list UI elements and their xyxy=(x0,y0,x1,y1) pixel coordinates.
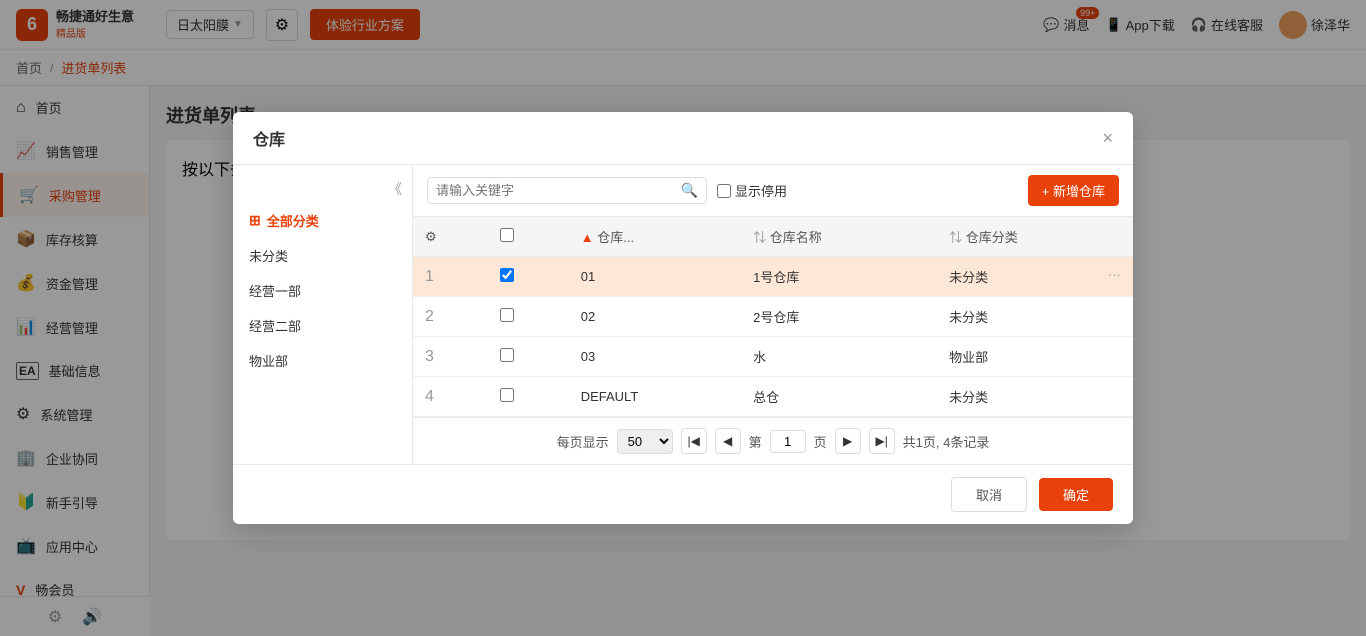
first-page-button[interactable]: |◀ xyxy=(681,428,707,454)
last-page-button[interactable]: ▶| xyxy=(869,428,895,454)
page-input[interactable] xyxy=(770,430,806,453)
row-checkbox-cell[interactable] xyxy=(488,377,568,417)
row-checkbox[interactable] xyxy=(500,388,514,402)
search-box: 🔍 xyxy=(427,177,707,204)
show-disabled-text: 显示停用 xyxy=(735,181,787,200)
categories-panel: 《 ⊞ 全部分类 未分类 经营一部 经营二部 物业部 xyxy=(233,165,413,464)
cancel-button[interactable]: 取消 xyxy=(951,477,1027,512)
row-category: 未分类 xyxy=(937,297,1133,337)
grid-icon: ⊞ xyxy=(249,212,261,229)
category-unclassified[interactable]: 未分类 xyxy=(233,238,412,273)
row-code: 03 xyxy=(569,337,741,377)
category-unclassified-label: 未分类 xyxy=(249,246,288,265)
category-dept1[interactable]: 经营一部 xyxy=(233,273,412,308)
table-wrap: ⚙ ▲ 仓库... ⇅ 仓库名称 xyxy=(413,217,1133,417)
per-page-select[interactable]: 50 100 xyxy=(617,429,673,454)
row-code: DEFAULT xyxy=(569,377,741,417)
warehouse-modal: 仓库 × 《 ⊞ 全部分类 未分类 经营一部 经营二部 xyxy=(233,112,1133,524)
category-dept2[interactable]: 经营二部 xyxy=(233,308,412,343)
warehouse-table: ⚙ ▲ 仓库... ⇅ 仓库名称 xyxy=(413,217,1133,417)
row-name: 水 xyxy=(741,337,937,377)
show-disabled-label: 显示停用 xyxy=(717,181,787,200)
modal-title: 仓库 xyxy=(253,126,285,150)
table-row[interactable]: 3 03 水 物业部 xyxy=(413,337,1133,377)
row-name: 2号仓库 xyxy=(741,297,937,337)
row-checkbox[interactable] xyxy=(500,348,514,362)
confirm-button[interactable]: 确定 xyxy=(1039,478,1113,511)
row-gear-icon: 2 xyxy=(413,297,488,337)
prev-page-button[interactable]: ◀ xyxy=(715,428,741,454)
col-settings[interactable]: ⚙ xyxy=(413,217,488,257)
next-page-button[interactable]: ▶ xyxy=(835,428,861,454)
category-all[interactable]: ⊞ 全部分类 xyxy=(233,203,412,238)
row-category: 未分类 xyxy=(937,377,1133,417)
col-category[interactable]: ⇅ 仓库分类 xyxy=(937,217,1133,257)
table-row[interactable]: 1 01 1号仓库 未分类··· xyxy=(413,257,1133,297)
per-page-label: 每页显示 xyxy=(557,432,609,451)
page-label: 第 xyxy=(749,432,762,451)
show-disabled-checkbox[interactable] xyxy=(717,184,731,198)
modal-footer: 取消 确定 xyxy=(233,464,1133,524)
row-actions-icon[interactable]: ··· xyxy=(1108,267,1121,282)
category-property[interactable]: 物业部 xyxy=(233,343,412,378)
select-all-checkbox[interactable] xyxy=(500,228,514,242)
row-category: 未分类··· xyxy=(937,257,1133,297)
table-row[interactable]: 2 02 2号仓库 未分类 xyxy=(413,297,1133,337)
row-checkbox-cell[interactable] xyxy=(488,297,568,337)
category-dept2-label: 经营二部 xyxy=(249,316,301,335)
row-checkbox-cell[interactable] xyxy=(488,257,568,297)
row-checkbox[interactable] xyxy=(500,268,514,282)
category-dept1-label: 经营一部 xyxy=(249,281,301,300)
modal-body: 《 ⊞ 全部分类 未分类 经营一部 经营二部 物业部 xyxy=(233,165,1133,464)
row-name: 1号仓库 xyxy=(741,257,937,297)
add-warehouse-button[interactable]: + 新增仓库 xyxy=(1028,175,1119,206)
page-suffix: 页 xyxy=(814,432,827,451)
row-code: 02 xyxy=(569,297,741,337)
right-panel: 🔍 显示停用 + 新增仓库 ⚙ xyxy=(413,165,1133,464)
col-name[interactable]: ⇅ 仓库名称 xyxy=(741,217,937,257)
col-code[interactable]: ▲ 仓库... xyxy=(569,217,741,257)
modal-header: 仓库 × xyxy=(233,112,1133,165)
sort-icon: ▲ xyxy=(581,230,594,245)
row-name: 总仓 xyxy=(741,377,937,417)
pagination-row: 每页显示 50 100 |◀ ◀ 第 页 ▶ ▶| 共1页, 4条记录 xyxy=(413,417,1133,464)
table-row[interactable]: 4 DEFAULT 总仓 未分类 xyxy=(413,377,1133,417)
row-gear-icon: 3 xyxy=(413,337,488,377)
row-category: 物业部 xyxy=(937,337,1133,377)
modal-overlay[interactable]: 仓库 × 《 ⊞ 全部分类 未分类 经营一部 经营二部 xyxy=(0,0,1366,636)
search-icon[interactable]: 🔍 xyxy=(681,182,698,199)
category-all-label: 全部分类 xyxy=(267,211,319,230)
toolbar: 🔍 显示停用 + 新增仓库 xyxy=(413,165,1133,217)
row-gear-icon: 4 xyxy=(413,377,488,417)
search-input[interactable] xyxy=(436,183,681,198)
col-name-sort-icon: ⇅ xyxy=(753,230,766,245)
close-button[interactable]: × xyxy=(1102,128,1113,149)
row-code: 01 xyxy=(569,257,741,297)
row-gear-icon: 1 xyxy=(413,257,488,297)
row-checkbox[interactable] xyxy=(500,308,514,322)
col-cat-sort-icon: ⇅ xyxy=(949,230,962,245)
col-checkbox[interactable] xyxy=(488,217,568,257)
total-label: 共1页, 4条记录 xyxy=(903,432,990,451)
row-checkbox-cell[interactable] xyxy=(488,337,568,377)
category-property-label: 物业部 xyxy=(249,351,288,370)
collapse-button[interactable]: 《 xyxy=(233,175,412,203)
